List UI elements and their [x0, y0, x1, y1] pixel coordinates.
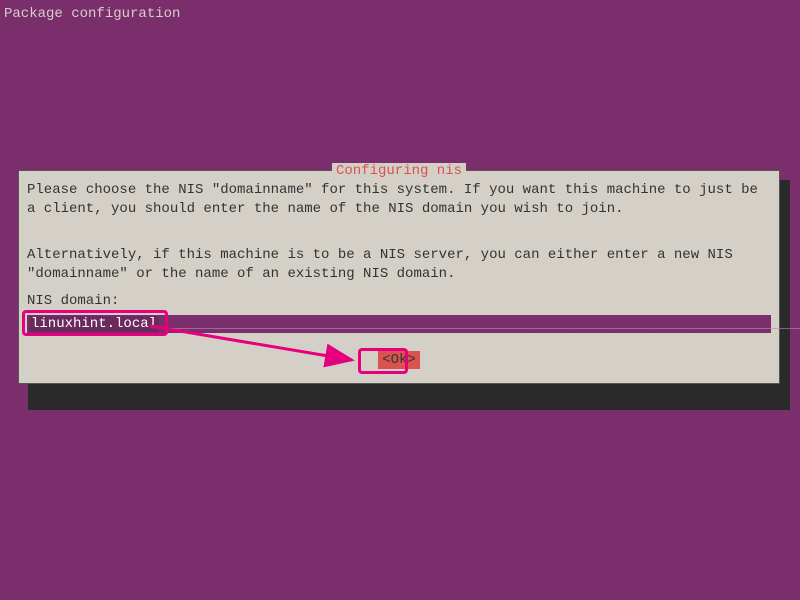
nis-domain-input[interactable]: linuxhint.local_________________________… — [27, 315, 771, 333]
dialog-title: Configuring nis — [332, 163, 466, 179]
header-title: Package configuration — [4, 6, 180, 22]
dialog-blank-line — [27, 223, 771, 242]
dialog-paragraph-2: Alternatively, if this machine is to be … — [27, 246, 771, 284]
ok-button[interactable]: <Ok> — [378, 351, 420, 369]
nis-domain-label: NIS domain: — [27, 293, 771, 309]
nis-domain-value: linuxhint.local — [29, 316, 159, 332]
dialog-paragraph-1: Please choose the NIS "domainname" for t… — [27, 181, 771, 219]
config-dialog: Configuring nis Please choose the NIS "d… — [18, 170, 780, 384]
ok-button-container: <Ok> — [27, 351, 771, 369]
page-header: Package configuration — [0, 0, 800, 28]
input-fill: ________________________________________… — [159, 316, 800, 332]
